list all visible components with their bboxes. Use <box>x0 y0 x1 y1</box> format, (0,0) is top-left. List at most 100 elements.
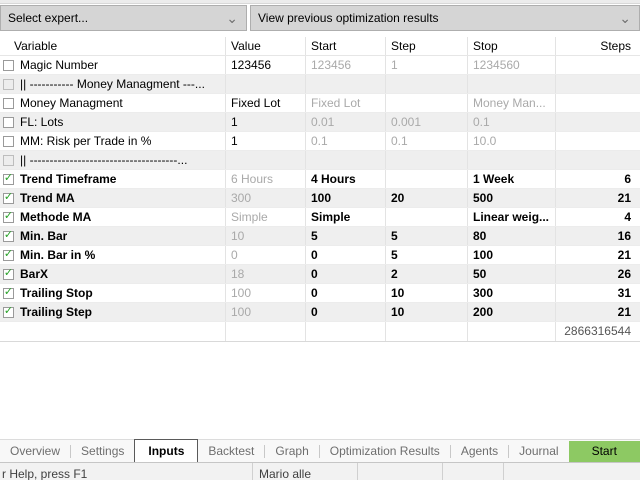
optimize-checkbox-checked[interactable]: ✓ <box>3 287 14 299</box>
value-cell[interactable]: 123456 <box>226 56 306 74</box>
table-row[interactable]: || ----------- Money Managment ---... <box>0 75 640 94</box>
step-cell[interactable]: 0.1 <box>386 132 468 150</box>
table-row[interactable]: FL: Lots 1 0.01 0.001 0.1 <box>0 113 640 132</box>
table-row[interactable]: Money Managment Fixed Lot Fixed Lot Money M… <box>0 94 640 113</box>
table-row[interactable]: Magic Number 123456 123456 1 1234560 <box>0 56 640 75</box>
stop-cell[interactable]: 1234560 <box>468 56 556 74</box>
column-header-start[interactable]: Start <box>306 37 386 55</box>
value-cell[interactable] <box>226 75 306 93</box>
column-header-value[interactable]: Value <box>226 37 306 55</box>
start-cell[interactable]: 0 <box>306 246 386 264</box>
start-cell[interactable] <box>306 151 386 169</box>
table-row[interactable]: ✓ Methode MA Simple Simple Linear weig... 4 <box>0 208 640 227</box>
column-header-variable[interactable]: Variable <box>0 37 226 55</box>
table-row[interactable]: ✓ BarX 18 0 2 50 26 <box>0 265 640 284</box>
step-cell[interactable]: 10 <box>386 303 468 321</box>
optimize-checkbox[interactable] <box>3 116 14 128</box>
step-cell[interactable]: 5 <box>386 246 468 264</box>
start-cell[interactable]: 0.01 <box>306 113 386 131</box>
table-row[interactable]: MM: Risk per Trade in % 1 0.1 0.1 10.0 <box>0 132 640 151</box>
step-cell[interactable]: 5 <box>386 227 468 245</box>
expert-select-dropdown[interactable]: Select expert... ⌄ <box>0 5 247 31</box>
table-row[interactable]: 2866316544 <box>0 322 640 341</box>
stop-cell[interactable]: Linear weig... <box>468 208 556 226</box>
column-header-stop[interactable]: Stop <box>468 37 556 55</box>
step-cell[interactable] <box>386 151 468 169</box>
start-cell[interactable]: 0 <box>306 284 386 302</box>
value-cell[interactable]: 10 <box>226 227 306 245</box>
tab-journal[interactable]: Journal <box>509 440 568 462</box>
start-cell[interactable] <box>306 322 386 341</box>
optimize-checkbox-checked[interactable]: ✓ <box>3 306 14 318</box>
tab-settings[interactable]: Settings <box>71 440 134 462</box>
optimize-checkbox[interactable] <box>3 97 14 109</box>
table-row[interactable]: ✓ Min. Bar in % 0 0 5 100 21 <box>0 246 640 265</box>
start-cell[interactable]: Simple <box>306 208 386 226</box>
stop-cell[interactable]: 80 <box>468 227 556 245</box>
start-cell[interactable]: 100 <box>306 189 386 207</box>
stop-cell[interactable]: 0.1 <box>468 113 556 131</box>
optimize-checkbox-checked[interactable]: ✓ <box>3 192 14 204</box>
value-cell[interactable]: 1 <box>226 113 306 131</box>
stop-cell[interactable]: 50 <box>468 265 556 283</box>
stop-cell[interactable]: 1 Week <box>468 170 556 188</box>
stop-cell[interactable]: 300 <box>468 284 556 302</box>
column-header-step[interactable]: Step <box>386 37 468 55</box>
value-cell[interactable]: 100 <box>226 303 306 321</box>
start-cell[interactable]: 123456 <box>306 56 386 74</box>
tab-inputs[interactable]: Inputs <box>134 439 199 462</box>
optimize-checkbox[interactable] <box>3 78 14 90</box>
step-cell[interactable] <box>386 322 468 341</box>
stop-cell[interactable]: 10.0 <box>468 132 556 150</box>
start-cell[interactable] <box>306 75 386 93</box>
start-button[interactable]: Start <box>568 440 640 462</box>
value-cell[interactable]: 100 <box>226 284 306 302</box>
table-row[interactable]: ✓ Min. Bar 10 5 5 80 16 <box>0 227 640 246</box>
step-cell[interactable]: 0.001 <box>386 113 468 131</box>
table-row[interactable]: ✓ Trailing Stop 100 0 10 300 31 <box>0 284 640 303</box>
value-cell[interactable]: 0 <box>226 246 306 264</box>
optimize-checkbox-checked[interactable]: ✓ <box>3 230 14 242</box>
optimize-checkbox[interactable] <box>3 154 14 166</box>
start-cell[interactable]: 4 Hours <box>306 170 386 188</box>
value-cell[interactable]: Simple <box>226 208 306 226</box>
start-cell[interactable]: 0 <box>306 303 386 321</box>
value-cell[interactable]: 1 <box>226 132 306 150</box>
tab-graph[interactable]: Graph <box>265 440 318 462</box>
stop-cell[interactable]: 200 <box>468 303 556 321</box>
start-cell[interactable]: 0.1 <box>306 132 386 150</box>
tab-overview[interactable]: Overview <box>0 440 70 462</box>
tab-agents[interactable]: Agents <box>451 440 508 462</box>
step-cell[interactable] <box>386 208 468 226</box>
stop-cell[interactable]: 500 <box>468 189 556 207</box>
step-cell[interactable] <box>386 170 468 188</box>
optimize-checkbox-checked[interactable]: ✓ <box>3 211 14 223</box>
start-cell[interactable]: 0 <box>306 265 386 283</box>
optimize-checkbox[interactable] <box>3 59 14 71</box>
tab-backtest[interactable]: Backtest <box>198 440 264 462</box>
optimize-checkbox-checked[interactable]: ✓ <box>3 173 14 185</box>
table-row[interactable]: ✓ Trailing Step 100 0 10 200 21 <box>0 303 640 322</box>
step-cell[interactable] <box>386 75 468 93</box>
value-cell[interactable]: 18 <box>226 265 306 283</box>
stop-cell[interactable]: 100 <box>468 246 556 264</box>
step-cell[interactable] <box>386 94 468 112</box>
step-cell[interactable]: 10 <box>386 284 468 302</box>
step-cell[interactable]: 20 <box>386 189 468 207</box>
start-cell[interactable]: 5 <box>306 227 386 245</box>
step-cell[interactable]: 1 <box>386 56 468 74</box>
step-cell[interactable]: 2 <box>386 265 468 283</box>
stop-cell[interactable] <box>468 151 556 169</box>
stop-cell[interactable] <box>468 75 556 93</box>
stop-cell[interactable] <box>468 322 556 341</box>
tab-optimization-results[interactable]: Optimization Results <box>320 440 450 462</box>
optimize-checkbox-checked[interactable]: ✓ <box>3 268 14 280</box>
column-header-steps[interactable]: Steps <box>556 37 640 55</box>
stop-cell[interactable]: Money Man... <box>468 94 556 112</box>
results-select-dropdown[interactable]: View previous optimization results ⌄ <box>250 5 640 31</box>
table-row[interactable]: ✓ Trend Timeframe 6 Hours 4 Hours 1 Week 6 <box>0 170 640 189</box>
value-cell[interactable]: 300 <box>226 189 306 207</box>
start-cell[interactable]: Fixed Lot <box>306 94 386 112</box>
value-cell[interactable]: 6 Hours <box>226 170 306 188</box>
table-row[interactable]: ✓ Trend MA 300 100 20 500 21 <box>0 189 640 208</box>
